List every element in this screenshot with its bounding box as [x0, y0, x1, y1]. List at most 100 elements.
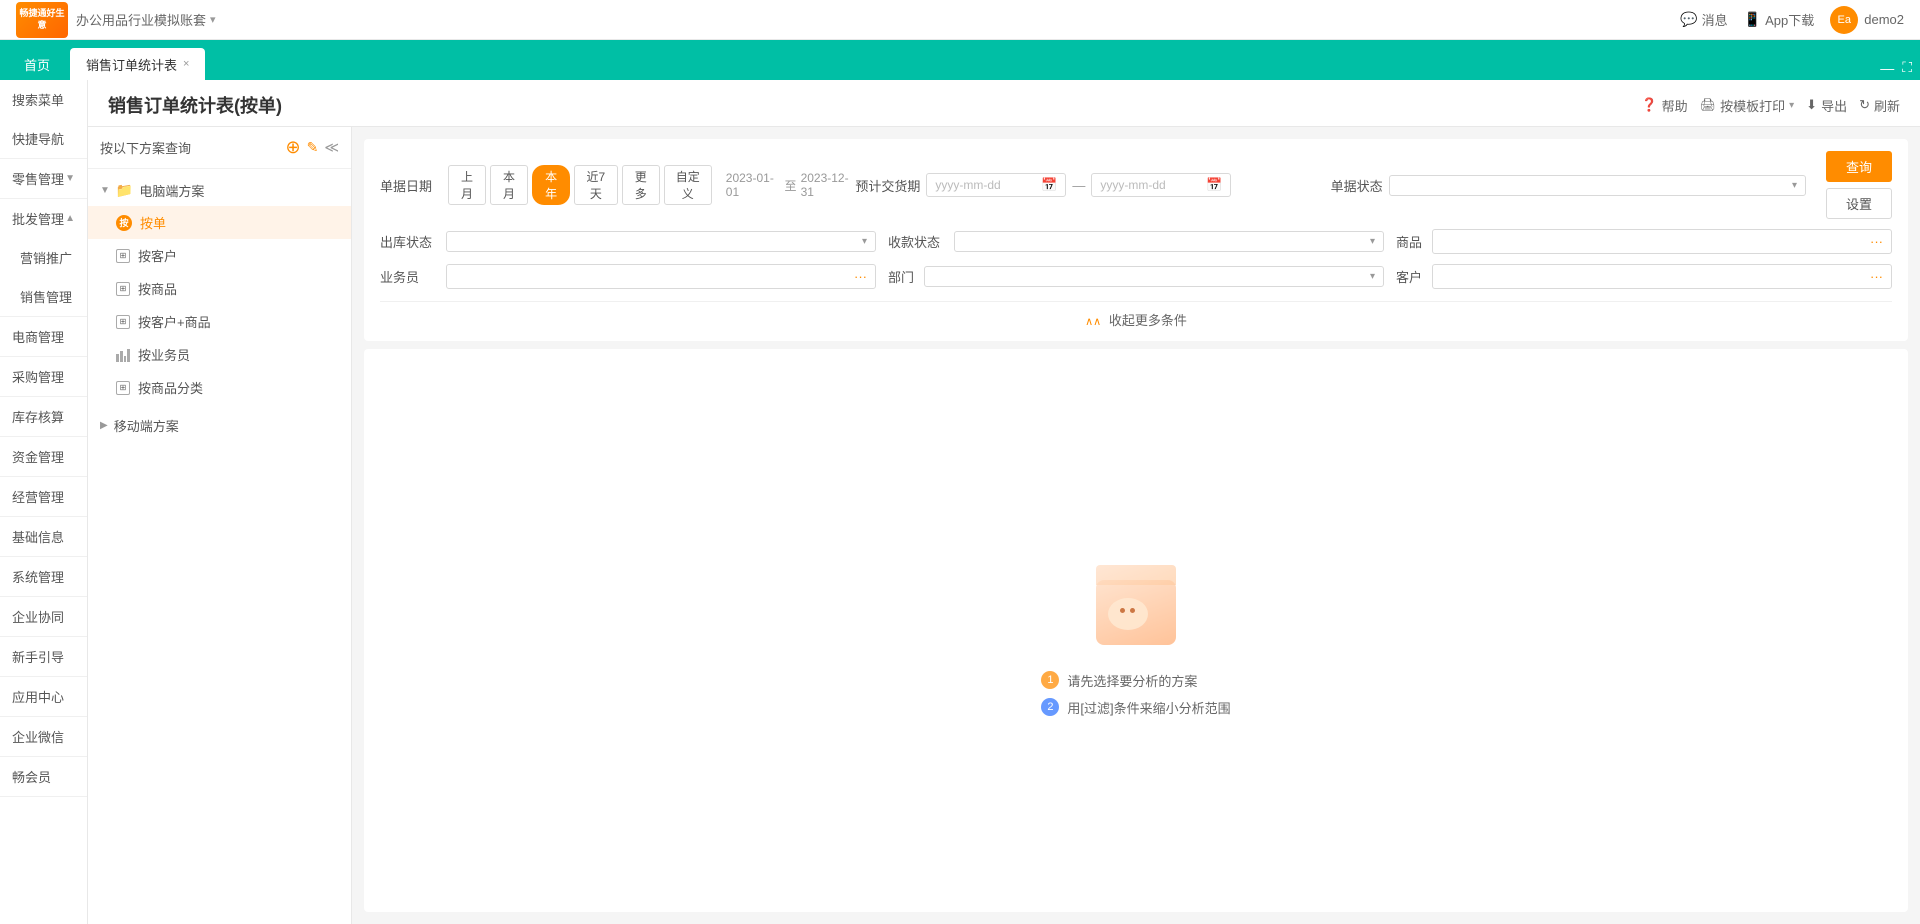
print-label: 按模板打印	[1720, 96, 1785, 115]
sidebar-item-retail[interactable]: 零售管理 ▼	[0, 159, 87, 198]
minimize-icon[interactable]: —	[1880, 60, 1894, 76]
calendar-icon-to[interactable]: 📅	[1206, 177, 1222, 193]
sidebar-item-enterprise[interactable]: 企业协同	[0, 597, 87, 636]
print-button[interactable]: 🖨 按模板打印 ▾	[1700, 96, 1795, 115]
goods-more-icon[interactable]: ···	[1870, 234, 1883, 249]
expected-date-to-input[interactable]: yyyy-mm-dd 📅	[1091, 173, 1231, 197]
export-icon: ⬇	[1806, 97, 1817, 113]
sidebar-item-marketing[interactable]: 营销推广	[0, 238, 87, 277]
avatar: Ea	[1830, 6, 1858, 34]
salesperson-input[interactable]: ···	[446, 264, 876, 289]
scheme-label-by-customer: 按客户	[138, 246, 177, 265]
edit-scheme-icon[interactable]: ✎	[307, 139, 319, 156]
tab-sales-stat[interactable]: 销售订单统计表 ×	[70, 48, 205, 80]
sidebar-item-basic[interactable]: 基础信息	[0, 517, 87, 556]
app-title: 办公用品行业模拟账套	[76, 10, 206, 29]
sidebar-item-system[interactable]: 系统管理	[0, 557, 87, 596]
print-dropdown-icon[interactable]: ▾	[1789, 100, 1794, 111]
payment-status-select[interactable]: ▾	[954, 231, 1384, 252]
sidebar-item-ecommerce[interactable]: 电商管理	[0, 317, 87, 356]
print-icon: 🖨	[1700, 97, 1717, 113]
ship-status-select[interactable]: ▾	[446, 231, 876, 252]
scheme-icon-by-goods-category: ⊞	[116, 381, 130, 395]
sidebar-item-basic-label: 基础信息	[12, 527, 64, 546]
add-scheme-icon[interactable]: ⊕	[286, 137, 301, 158]
tab-home[interactable]: 首页	[8, 48, 66, 80]
customer-input[interactable]: ···	[1432, 264, 1892, 289]
sidebar-section-wholesale: 批发管理 ▲ 营销推广 销售管理	[0, 199, 87, 317]
page-title: 销售订单统计表(按单)	[108, 92, 282, 118]
bill-status-select[interactable]: ▾	[1389, 175, 1806, 196]
computer-scheme-title[interactable]: ▼ 📁 电脑端方案	[88, 175, 351, 206]
dept-select[interactable]: ▾	[924, 266, 1384, 287]
logo-text: 畅捷通好生意	[16, 8, 68, 31]
mobile-scheme[interactable]: ▶ 移动端方案	[88, 410, 351, 441]
sidebar-item-purchase[interactable]: 采购管理	[0, 357, 87, 396]
sidebar-item-newbie[interactable]: 新手引导	[0, 637, 87, 676]
app-title-area[interactable]: 办公用品行业模拟账套 ▾	[76, 10, 216, 29]
sidebar-item-quick-nav[interactable]: 快捷导航	[0, 119, 87, 158]
calendar-icon-from[interactable]: 📅	[1041, 177, 1057, 193]
sidebar-item-finance[interactable]: 资金管理	[0, 437, 87, 476]
help-button[interactable]: ❓ 帮助	[1641, 96, 1687, 115]
empty-illustration	[1076, 545, 1196, 655]
date-range-divider: 至	[785, 177, 797, 194]
scheme-item-by-order[interactable]: 按 按单	[88, 206, 351, 239]
filter-row-1: 单据日期 上月 本月 本年 近7天 更多 自定义 2023-01-01	[380, 151, 1892, 219]
app-title-dropdown-icon[interactable]: ▾	[210, 13, 216, 26]
tabbar-actions: — ⛶	[1880, 59, 1912, 80]
scheme-item-by-goods[interactable]: ⊞ 按商品	[88, 272, 351, 305]
collapse-label: 收起更多条件	[1109, 313, 1187, 328]
filter-salesperson: 业务员 ···	[380, 264, 876, 289]
query-button[interactable]: 查询	[1826, 151, 1892, 182]
goods-input[interactable]: ···	[1432, 229, 1892, 254]
settings-button[interactable]: 设置	[1826, 188, 1892, 219]
sidebar-item-appcenter[interactable]: 应用中心	[0, 677, 87, 716]
maximize-icon[interactable]: ⛶	[1902, 59, 1912, 76]
collapse-panel-icon[interactable]: ≪	[324, 139, 339, 156]
date-btn-this-month[interactable]: 本月	[490, 165, 528, 205]
collapse-bar[interactable]: ∧∧ 收起更多条件	[380, 301, 1892, 329]
content: 销售订单统计表(按单) ❓ 帮助 🖨 按模板打印 ▾ ⬇ 导出 ↻ 刷新	[88, 80, 1920, 924]
sidebar-item-operations[interactable]: 经营管理	[0, 477, 87, 516]
step-num-2: 2	[1041, 698, 1059, 716]
sidebar-item-sales[interactable]: 销售管理	[0, 277, 87, 316]
refresh-button[interactable]: ↻ 刷新	[1859, 96, 1900, 115]
sidebar-item-wechat[interactable]: 企业微信	[0, 717, 87, 756]
app-download-button[interactable]: 📱 App下载	[1744, 10, 1815, 29]
customer-label: 客户	[1396, 267, 1426, 286]
date-btn-last-7-days[interactable]: 近7天	[574, 165, 618, 205]
scheme-item-by-customer[interactable]: ⊞ 按客户	[88, 239, 351, 272]
salesperson-more-icon[interactable]: ···	[854, 269, 867, 284]
scheme-label-by-order: 按单	[140, 213, 166, 232]
sidebar-item-search[interactable]: 搜索菜单	[0, 80, 87, 119]
message-button[interactable]: 💬 消息	[1680, 10, 1727, 29]
date-to-hint: 2023-12-31	[801, 171, 856, 199]
sidebar-section-member: 畅会员	[0, 757, 87, 797]
sidebar-item-member[interactable]: 畅会员	[0, 757, 87, 796]
user-area[interactable]: Ea demo2	[1830, 6, 1904, 34]
scheme-item-by-salesperson[interactable]: 按业务员	[88, 338, 351, 371]
sidebar-item-retail-label: 零售管理	[12, 169, 64, 188]
sidebar-item-inventory[interactable]: 库存核算	[0, 397, 87, 436]
scheme-item-by-goods-category[interactable]: ⊞ 按商品分类	[88, 371, 351, 404]
date-btn-this-year[interactable]: 本年	[532, 165, 570, 205]
scheme-item-by-customer-goods[interactable]: ⊞ 按客户+商品	[88, 305, 351, 338]
date-btn-more[interactable]: 更多	[622, 165, 660, 205]
date-btn-last-month[interactable]: 上月	[448, 165, 486, 205]
ship-status-label: 出库状态	[380, 232, 440, 251]
date-btn-custom[interactable]: 自定义	[664, 165, 712, 205]
filter-goods: 商品 ···	[1396, 229, 1892, 254]
ship-status-dropdown-icon: ▾	[862, 236, 867, 247]
customer-more-icon[interactable]: ···	[1870, 269, 1883, 284]
filter-ship-status: 出库状态 ▾	[380, 231, 876, 252]
filter-date-section: 单据日期 上月 本月 本年 近7天 更多 自定义 2023-01-01	[380, 165, 855, 205]
scheme-group-computer: ▼ 📁 电脑端方案 按 按单 ⊞	[88, 169, 351, 410]
filter-expected-date: 预计交货期 yyyy-mm-dd 📅 — yyyy-mm-dd 📅	[855, 173, 1330, 197]
expected-date-from-input[interactable]: yyyy-mm-dd 📅	[926, 173, 1066, 197]
sidebar-item-wholesale[interactable]: 批发管理 ▲	[0, 199, 87, 238]
export-button[interactable]: ⬇ 导出	[1806, 96, 1847, 115]
tab-close-icon[interactable]: ×	[183, 58, 189, 70]
sidebar-item-sales-label: 销售管理	[20, 287, 72, 306]
content-body: 按以下方案查询 ⊕ ✎ ≪ ▼ 📁 电脑端方案	[88, 127, 1920, 924]
